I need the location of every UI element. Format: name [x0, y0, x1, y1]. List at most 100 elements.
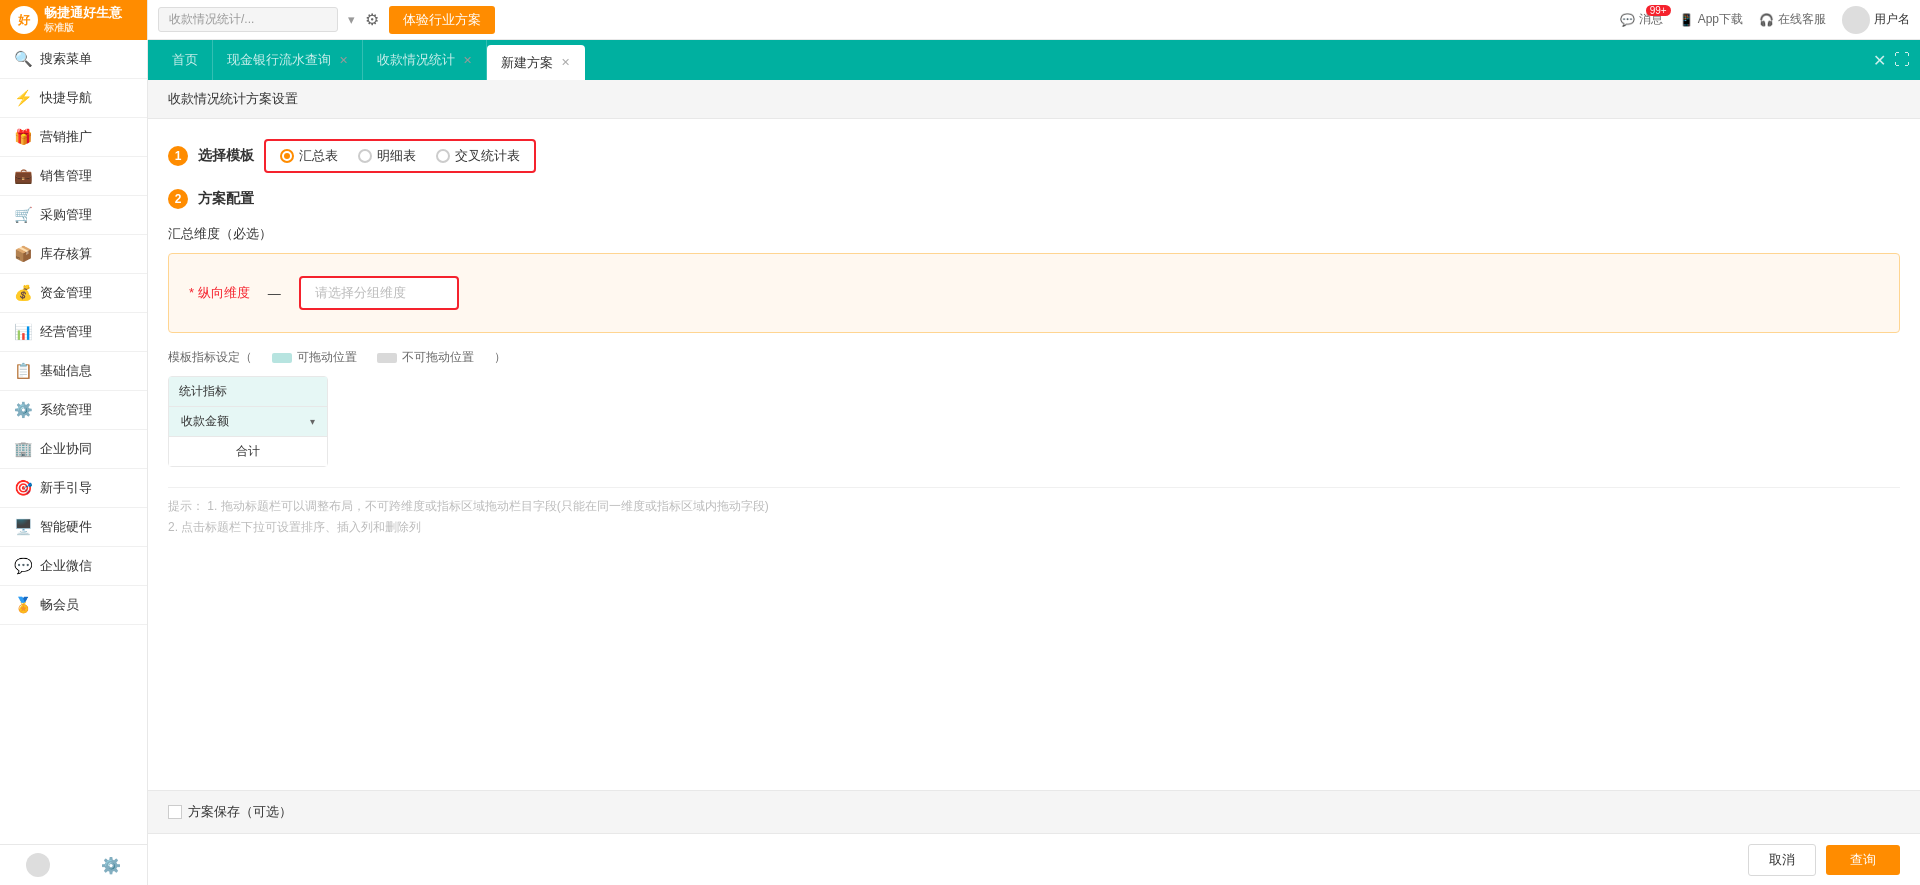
form-area: 1 选择模板 汇总表 明细表 交叉统计表 [148, 119, 1920, 790]
save-option-label[interactable]: 方案保存（可选） [168, 803, 292, 821]
fixed-label: 不可拖动位置 [402, 349, 474, 366]
sidebar-item-label: 新手引导 [40, 479, 92, 497]
dim-select-dropdown[interactable]: 请选择分组维度 [299, 276, 459, 310]
tab-receipt-stat-close[interactable]: ✕ [463, 54, 472, 67]
hint-draggable: 可拖动位置 [272, 349, 357, 366]
tips-area: 提示： 1. 拖动标题栏可以调整布局，不可跨维度或指标区域拖动栏目字段(只能在同… [168, 487, 1900, 550]
smart-hardware-icon: 🖥️ [14, 518, 32, 536]
step1-row: 1 选择模板 汇总表 明细表 交叉统计表 [168, 139, 1900, 173]
sidebar-bottom-settings[interactable]: ⚙️ [101, 856, 121, 875]
gear-icon[interactable]: ⚙ [365, 10, 379, 29]
draggable-dot [272, 353, 292, 363]
avatar [1842, 6, 1870, 34]
template-options: 汇总表 明细表 交叉统计表 [264, 139, 536, 173]
tab-new-plan[interactable]: 新建方案 ✕ [487, 45, 585, 80]
tab-receipt-stat-label: 收款情况统计 [377, 51, 455, 69]
sidebar-item-operation[interactable]: 📊 经营管理 [0, 313, 147, 352]
logo-sub: 标准版 [44, 21, 122, 35]
footer-bar: 取消 查询 [148, 833, 1920, 885]
tab-home[interactable]: 首页 [158, 40, 213, 80]
sidebar-item-quick-nav[interactable]: ⚡ 快捷导航 [0, 79, 147, 118]
cancel-button[interactable]: 取消 [1748, 844, 1816, 876]
capital-icon: 💰 [14, 284, 32, 302]
metrics-category-label: 统计指标 [179, 384, 227, 398]
sidebar-bottom: ⚙️ [0, 844, 147, 885]
tabs-right-actions: ✕ ⛶ [1873, 40, 1910, 80]
weixin-icon: 💬 [14, 557, 32, 575]
sidebar-item-beginner[interactable]: 🎯 新手引导 [0, 469, 147, 508]
sidebar-item-membership[interactable]: 🏅 畅会员 [0, 586, 147, 625]
column-dropdown-arrow[interactable]: ▾ [310, 416, 315, 427]
metrics-column-header[interactable]: 收款金额 ▾ [169, 407, 327, 437]
radio-summary-label: 汇总表 [299, 147, 338, 165]
sidebar-item-capital[interactable]: 💰 资金管理 [0, 274, 147, 313]
metrics-totals-cell: 合计 [169, 437, 327, 466]
dimension-area: * 纵向维度 — 请选择分组维度 [168, 253, 1900, 333]
tab-new-plan-close[interactable]: ✕ [561, 56, 570, 69]
app-download-btn[interactable]: 📱 App下载 [1679, 11, 1743, 28]
sidebar: 好 畅捷通好生意 标准版 🔍 搜索菜单 ⚡ 快捷导航 🎁 营销推广 💼 销售管理… [0, 0, 148, 885]
sidebar-item-inventory[interactable]: 📦 库存核算 [0, 235, 147, 274]
sidebar-item-sales[interactable]: 💼 销售管理 [0, 157, 147, 196]
sidebar-item-label: 企业协同 [40, 440, 92, 458]
online-service-label: 在线客服 [1778, 11, 1826, 28]
radio-detail-circle [358, 149, 372, 163]
enterprise-coop-icon: 🏢 [14, 440, 32, 458]
sidebar-item-label: 智能硬件 [40, 518, 92, 536]
content-area: 收款情况统计方案设置 1 选择模板 汇总表 明细表 [148, 80, 1920, 833]
beginner-icon: 🎯 [14, 479, 32, 497]
sidebar-item-smart-hardware[interactable]: 🖥️ 智能硬件 [0, 508, 147, 547]
dim-arrow: — [268, 286, 281, 301]
tab-expand-icon[interactable]: ⛶ [1894, 51, 1910, 69]
tab-bank-flow-close[interactable]: ✕ [339, 54, 348, 67]
sidebar-item-search-menu[interactable]: 🔍 搜索菜单 [0, 40, 147, 79]
tab-bank-flow[interactable]: 现金银行流水查询 ✕ [213, 40, 363, 80]
radio-cross[interactable]: 交叉统计表 [436, 147, 520, 165]
page-title: 收款情况统计方案设置 [148, 80, 1920, 119]
message-btn[interactable]: 💬 消息 99+ [1620, 11, 1663, 28]
tab-close-all-icon[interactable]: ✕ [1873, 51, 1886, 70]
quick-nav-icon: ⚡ [14, 89, 32, 107]
sidebar-item-label: 资金管理 [40, 284, 92, 302]
industry-btn[interactable]: 体验行业方案 [389, 6, 495, 34]
online-service-btn[interactable]: 🎧 在线客服 [1759, 11, 1826, 28]
step1-label: 选择模板 [198, 147, 254, 165]
operation-icon: 📊 [14, 323, 32, 341]
dim-row-label: * 纵向维度 [189, 284, 250, 302]
sidebar-bottom-avatar[interactable] [26, 853, 50, 877]
tab-receipt-stat[interactable]: 收款情况统计 ✕ [363, 40, 487, 80]
sidebar-logo: 好 畅捷通好生意 标准版 [0, 0, 147, 40]
step1-badge: 1 [168, 146, 188, 166]
metrics-category-header: 统计指标 [169, 377, 327, 407]
sidebar-item-system[interactable]: ⚙️ 系统管理 [0, 391, 147, 430]
sidebar-item-label: 快捷导航 [40, 89, 92, 107]
breadcrumb-dropdown[interactable]: ▾ [348, 12, 355, 27]
user-avatar-area[interactable]: 用户名 [1842, 6, 1910, 34]
query-button[interactable]: 查询 [1826, 845, 1900, 875]
tip-1: 提示： 1. 拖动标题栏可以调整布局，不可跨维度或指标区域拖动栏目字段(只能在同… [168, 498, 1900, 515]
metrics-hint-row: 模板指标设定（ 可拖动位置 不可拖动位置 ） [168, 349, 1900, 366]
sidebar-item-label: 经营管理 [40, 323, 92, 341]
tab-new-plan-label: 新建方案 [501, 54, 553, 72]
metrics-table: 统计指标 收款金额 ▾ 合计 [168, 376, 328, 467]
membership-icon: 🏅 [14, 596, 32, 614]
hint-fixed: 不可拖动位置 [377, 349, 474, 366]
save-checkbox[interactable] [168, 805, 182, 819]
tabs-bar: 首页 现金银行流水查询 ✕ 收款情况统计 ✕ 新建方案 ✕ ✕ ⛶ [148, 40, 1920, 80]
sidebar-item-weixin[interactable]: 💬 企业微信 [0, 547, 147, 586]
system-icon: ⚙️ [14, 401, 32, 419]
sidebar-item-purchase[interactable]: 🛒 采购管理 [0, 196, 147, 235]
message-badge: 99+ [1646, 5, 1671, 16]
radio-cross-label: 交叉统计表 [455, 147, 520, 165]
sidebar-item-marketing[interactable]: 🎁 营销推广 [0, 118, 147, 157]
dim-row: * 纵向维度 — 请选择分组维度 [189, 276, 459, 310]
sidebar-item-basic-info[interactable]: 📋 基础信息 [0, 352, 147, 391]
sidebar-item-label: 基础信息 [40, 362, 92, 380]
sidebar-item-label: 库存核算 [40, 245, 92, 263]
logo-title: 畅捷通好生意 [44, 5, 122, 21]
settings-icon: ⚙️ [101, 856, 121, 875]
radio-summary[interactable]: 汇总表 [280, 147, 338, 165]
sidebar-item-enterprise-coop[interactable]: 🏢 企业协同 [0, 430, 147, 469]
sidebar-item-label: 搜索菜单 [40, 50, 92, 68]
radio-detail[interactable]: 明细表 [358, 147, 416, 165]
